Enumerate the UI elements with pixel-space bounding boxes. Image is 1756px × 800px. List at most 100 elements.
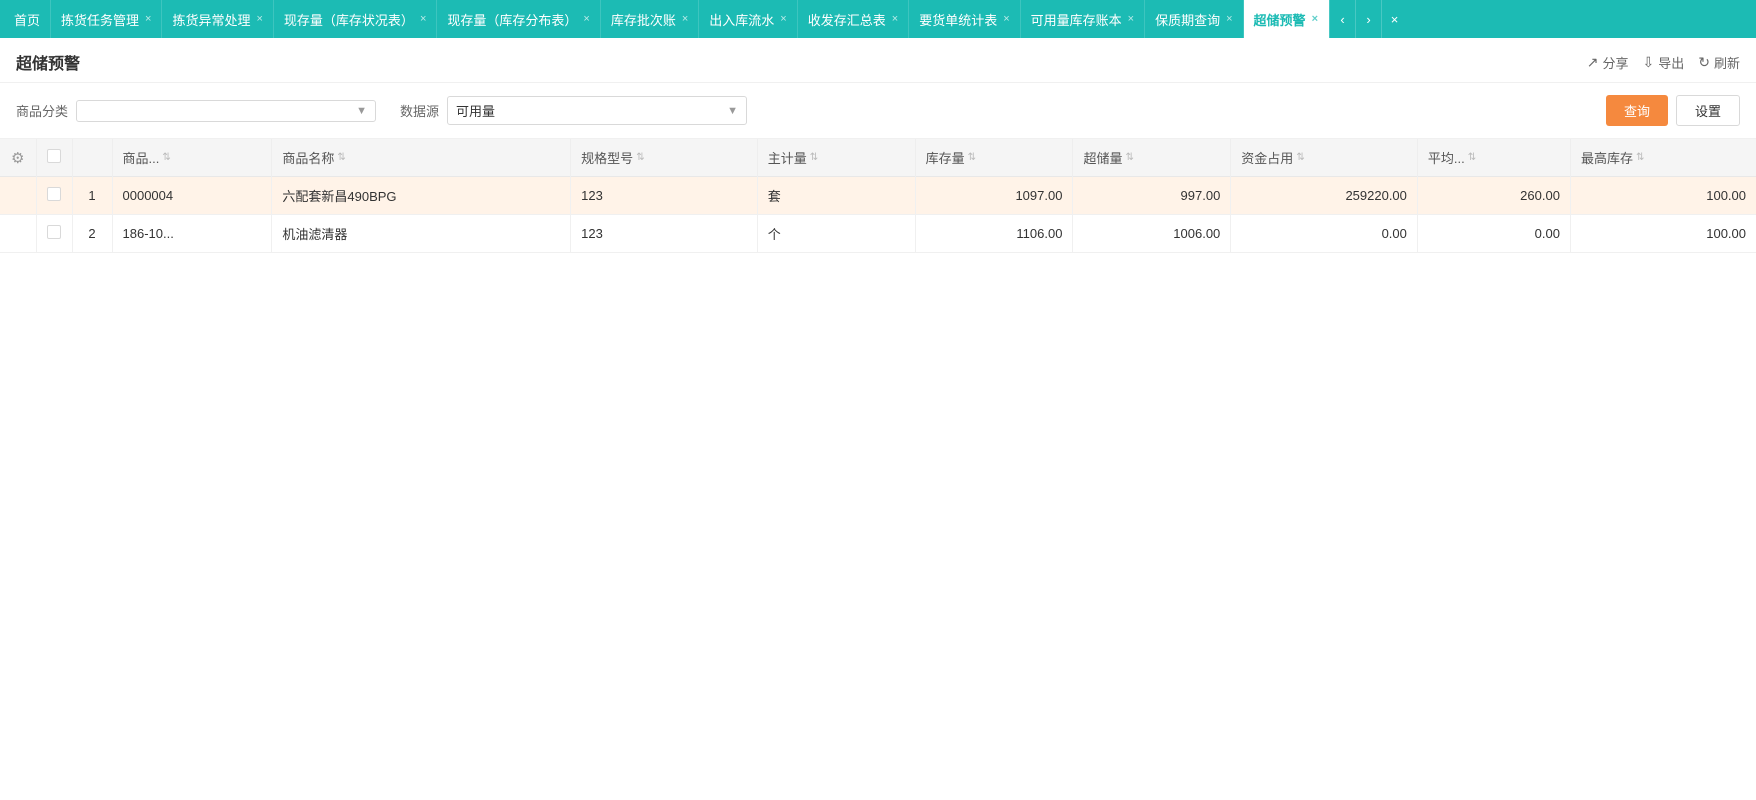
th-checkbox bbox=[36, 139, 72, 177]
share-label: 分享 bbox=[1602, 53, 1628, 72]
th-product-code[interactable]: 商品... ⇅ bbox=[112, 139, 272, 177]
row-num-1: 2 bbox=[72, 215, 112, 253]
nav-item-order-stat[interactable]: 要货单统计表 × bbox=[909, 0, 1020, 38]
sort-spec[interactable]: 规格型号 ⇅ bbox=[581, 148, 644, 167]
close-icon-collect[interactable]: × bbox=[892, 13, 898, 25]
export-button[interactable]: ⇩ 导出 bbox=[1643, 53, 1685, 72]
th-avg[interactable]: 平均... ⇅ bbox=[1417, 139, 1570, 177]
nav-label-available: 可用量库存账本 bbox=[1031, 10, 1122, 29]
datasource-select[interactable]: 可用量 ▼ bbox=[447, 96, 747, 125]
nav-item-inventory-dist[interactable]: 现存量（库存分布表） × bbox=[437, 0, 600, 38]
close-icon-expiry[interactable]: × bbox=[1226, 13, 1232, 25]
nav-label-home: 首页 bbox=[14, 10, 40, 29]
sort-inventory[interactable]: 库存量 ⇅ bbox=[926, 148, 976, 167]
row-checkbox-cell bbox=[36, 177, 72, 215]
top-navigation: 首页 拣货任务管理 × 拣货异常处理 × 现存量（库存状况表） × 现存量（库存… bbox=[0, 0, 1756, 38]
sort-unit[interactable]: 主计量 ⇅ bbox=[768, 148, 818, 167]
row-checkbox-1[interactable] bbox=[47, 225, 61, 239]
sort-icon-capital: ⇅ bbox=[1296, 152, 1304, 163]
row-max-inventory-0: 100.00 bbox=[1570, 177, 1756, 215]
nav-item-task-mgmt[interactable]: 拣货任务管理 × bbox=[51, 0, 162, 38]
th-overstock[interactable]: 超储量 ⇅ bbox=[1073, 139, 1231, 177]
gear-settings-icon[interactable]: ⚙ bbox=[11, 150, 24, 167]
table-header-row: ⚙ 商品... ⇅ 商品名称 ⇅ bbox=[0, 139, 1756, 177]
close-icon-task-mgmt[interactable]: × bbox=[145, 13, 151, 25]
export-label: 导出 bbox=[1658, 53, 1684, 72]
sort-avg[interactable]: 平均... ⇅ bbox=[1428, 148, 1476, 167]
sort-max-inventory[interactable]: 最高库存 ⇅ bbox=[1581, 148, 1644, 167]
th-gear: ⚙ bbox=[0, 139, 36, 177]
select-all-checkbox[interactable] bbox=[47, 149, 61, 163]
th-capital[interactable]: 资金占用 ⇅ bbox=[1231, 139, 1418, 177]
sort-product-name[interactable]: 商品名称 ⇅ bbox=[282, 148, 345, 167]
nav-label-batch: 库存批次账 bbox=[611, 10, 676, 29]
th-max-inventory[interactable]: 最高库存 ⇅ bbox=[1570, 139, 1756, 177]
sort-capital[interactable]: 资金占用 ⇅ bbox=[1241, 148, 1304, 167]
th-spec[interactable]: 规格型号 ⇅ bbox=[571, 139, 758, 177]
nav-item-home[interactable]: 首页 bbox=[4, 0, 51, 38]
nav-label-overstock: 超储预警 bbox=[1254, 10, 1306, 29]
page-header: 超储预警 ↗ 分享 ⇩ 导出 ↻ 刷新 bbox=[0, 38, 1756, 83]
table-row: 2 186-10... 机油滤清器 123 个 1106.00 1006.00 … bbox=[0, 215, 1756, 253]
nav-close-all-arrow[interactable]: × bbox=[1381, 0, 1407, 38]
nav-item-expiry[interactable]: 保质期查询 × bbox=[1145, 0, 1243, 38]
close-icon-order-stat[interactable]: × bbox=[1003, 13, 1009, 25]
sort-overstock[interactable]: 超储量 ⇅ bbox=[1083, 148, 1133, 167]
sort-icon-product-code: ⇅ bbox=[162, 152, 170, 163]
th-inventory[interactable]: 库存量 ⇅ bbox=[915, 139, 1073, 177]
product-category-select[interactable]: ▼ bbox=[76, 100, 376, 122]
nav-item-available[interactable]: 可用量库存账本 × bbox=[1021, 0, 1145, 38]
share-icon: ↗ bbox=[1587, 54, 1599, 71]
nav-item-collect[interactable]: 收发存汇总表 × bbox=[798, 0, 909, 38]
close-icon-abnormal[interactable]: × bbox=[256, 13, 262, 25]
row-capital-0: 259220.00 bbox=[1231, 177, 1418, 215]
th-unit-label: 主计量 bbox=[768, 148, 807, 167]
filter-actions: 查询 设置 bbox=[1606, 95, 1740, 126]
close-icon-inventory-status[interactable]: × bbox=[420, 13, 426, 25]
th-product-name[interactable]: 商品名称 ⇅ bbox=[272, 139, 571, 177]
row-max-inventory-1: 100.00 bbox=[1570, 215, 1756, 253]
nav-label-abnormal: 拣货异常处理 bbox=[172, 10, 250, 29]
row-capital-1: 0.00 bbox=[1231, 215, 1418, 253]
row-overstock-0: 997.00 bbox=[1073, 177, 1231, 215]
th-avg-label: 平均... bbox=[1428, 148, 1465, 167]
row-spec-1: 123 bbox=[571, 215, 758, 253]
nav-label-order-stat: 要货单统计表 bbox=[919, 10, 997, 29]
th-inventory-label: 库存量 bbox=[926, 148, 965, 167]
nav-item-batch[interactable]: 库存批次账 × bbox=[601, 0, 699, 38]
sort-icon-spec: ⇅ bbox=[636, 152, 644, 163]
nav-item-flow[interactable]: 出入库流水 × bbox=[699, 0, 797, 38]
nav-item-inventory-status[interactable]: 现存量（库存状况表） × bbox=[274, 0, 437, 38]
query-button[interactable]: 查询 bbox=[1606, 95, 1668, 126]
row-inventory-1: 1106.00 bbox=[915, 215, 1073, 253]
share-button[interactable]: ↗ 分享 bbox=[1587, 53, 1629, 72]
close-icon-inventory-dist[interactable]: × bbox=[583, 13, 589, 25]
sort-product-code[interactable]: 商品... ⇅ bbox=[123, 148, 171, 167]
th-max-label: 最高库存 bbox=[1581, 148, 1633, 167]
sort-icon-overstock: ⇅ bbox=[1125, 152, 1133, 163]
row-product-name-1: 机油滤清器 bbox=[272, 215, 571, 253]
datasource-chevron-icon: ▼ bbox=[727, 105, 738, 117]
th-spec-label: 规格型号 bbox=[581, 148, 633, 167]
nav-item-abnormal[interactable]: 拣货异常处理 × bbox=[162, 0, 273, 38]
table-row: 1 0000004 六配套新昌490BPG 123 套 1097.00 997.… bbox=[0, 177, 1756, 215]
refresh-button[interactable]: ↻ 刷新 bbox=[1698, 53, 1740, 72]
sort-icon-unit: ⇅ bbox=[810, 152, 818, 163]
nav-prev-arrow[interactable]: ‹ bbox=[1329, 0, 1355, 38]
th-overstock-label: 超储量 bbox=[1083, 148, 1122, 167]
datasource-label: 数据源 bbox=[400, 101, 439, 120]
row-unit-1: 个 bbox=[757, 215, 915, 253]
row-gear-cell bbox=[0, 177, 36, 215]
nav-item-overstock[interactable]: 超储预警 × bbox=[1244, 0, 1329, 38]
refresh-label: 刷新 bbox=[1714, 53, 1740, 72]
close-icon-batch[interactable]: × bbox=[682, 13, 688, 25]
close-icon-available[interactable]: × bbox=[1128, 13, 1134, 25]
row-gear-cell bbox=[0, 215, 36, 253]
row-checkbox-0[interactable] bbox=[47, 187, 61, 201]
nav-next-arrow[interactable]: › bbox=[1355, 0, 1381, 38]
close-icon-flow[interactable]: × bbox=[780, 13, 786, 25]
th-unit[interactable]: 主计量 ⇅ bbox=[757, 139, 915, 177]
row-product-name-0: 六配套新昌490BPG bbox=[272, 177, 571, 215]
close-icon-overstock[interactable]: × bbox=[1312, 13, 1318, 25]
setting-button[interactable]: 设置 bbox=[1676, 95, 1740, 126]
